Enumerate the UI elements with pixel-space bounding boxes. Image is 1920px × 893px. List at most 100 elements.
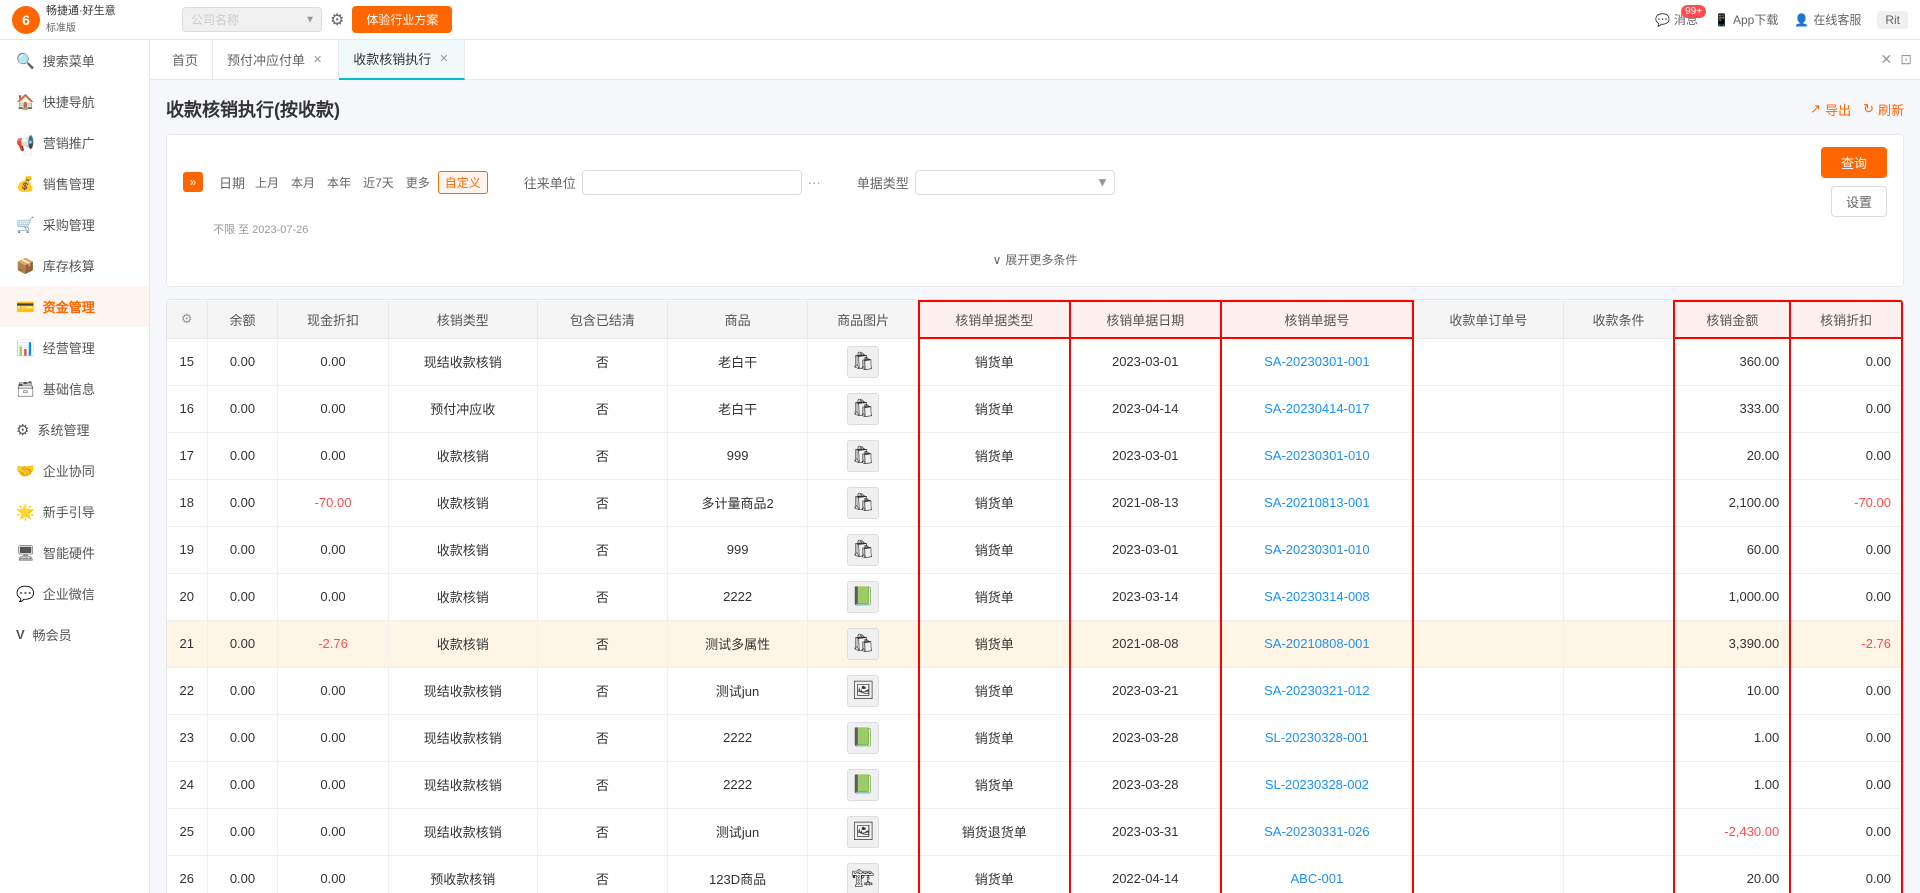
date-btn-last-month[interactable]: 上月	[251, 172, 283, 193]
cell-voucher-no[interactable]: SA-20230301-010	[1221, 432, 1413, 479]
cell-cash-discount: 0.00	[278, 573, 388, 620]
cell-voucher-no[interactable]: SA-20230414-017	[1221, 385, 1413, 432]
notification-btn[interactable]: 💬 消息 99+	[1655, 11, 1698, 28]
sidebar-item-base[interactable]: 🗃 基础信息	[0, 368, 149, 409]
tab-expand-icon[interactable]: ⊡	[1900, 51, 1912, 68]
cell-include-settled: 否	[537, 620, 667, 667]
user-name[interactable]: Rit	[1877, 11, 1908, 29]
trial-btn[interactable]: 体验行业方案	[352, 6, 452, 33]
cell-write-off-type: 收款核销	[388, 479, 537, 526]
cell-row-num: 26	[167, 855, 207, 893]
date-btn-more[interactable]: 更多	[402, 172, 434, 193]
cell-write-off-discount: 0.00	[1790, 338, 1902, 385]
app-download-btn[interactable]: 📱 App下载	[1714, 11, 1778, 28]
tab-close-all-icon[interactable]: ✕	[1881, 51, 1893, 68]
tab-prepay[interactable]: 预付冲应付单 ✕	[213, 40, 339, 80]
partner-input[interactable]	[582, 170, 802, 195]
cell-voucher-type: 销货单	[919, 620, 1070, 667]
table-container: ⚙ 余额 现金折扣 核销类型 包含已结清 商品 商品图片 核销单据类型 核销单据…	[166, 299, 1904, 893]
table-row: 25 0.00 0.00 现结收款核销 否 测试jun 🖼 销货退货单 2023…	[167, 808, 1902, 855]
sidebar-item-purchase[interactable]: 🛒 采购管理	[0, 204, 149, 245]
sidebar-item-enterprise[interactable]: 🤝 企业协同	[0, 450, 149, 491]
cell-receipt-cond	[1563, 667, 1674, 714]
cell-voucher-no[interactable]: SL-20230328-001	[1221, 714, 1413, 761]
cell-receipt-order-no	[1413, 385, 1563, 432]
page-content: 收款核销执行(按收款) ↗ 导出 ↻ 刷新 » 日期	[150, 80, 1920, 893]
sidebar-item-operations[interactable]: 📊 经营管理	[0, 327, 149, 368]
guide-icon: 🌟	[16, 503, 35, 521]
export-btn[interactable]: ↗ 导出	[1810, 100, 1851, 119]
cell-voucher-no[interactable]: SA-20230331-026	[1221, 808, 1413, 855]
tab-home[interactable]: 首页	[158, 40, 213, 80]
partner-filter-group: 往来单位 ···	[524, 170, 821, 195]
date-btn-this-year[interactable]: 本年	[323, 172, 355, 193]
date-btn-custom[interactable]: 自定义	[438, 171, 488, 194]
tab-collection[interactable]: 收款核销执行 ✕	[339, 40, 465, 80]
page-title: 收款核销执行(按收款)	[166, 96, 340, 122]
sidebar-item-search[interactable]: 🔍 搜索菜单	[0, 40, 149, 81]
data-table: ⚙ 余额 现金折扣 核销类型 包含已结清 商品 商品图片 核销单据类型 核销单据…	[167, 300, 1903, 893]
partner-more-icon[interactable]: ···	[808, 175, 821, 190]
sidebar-item-sales[interactable]: 💰 销售管理	[0, 163, 149, 204]
cell-write-off-discount: 0.00	[1790, 714, 1902, 761]
cell-row-num: 23	[167, 714, 207, 761]
sidebar-item-member[interactable]: V 畅会员	[0, 614, 149, 655]
cell-row-num: 18	[167, 479, 207, 526]
cell-goods: 老白干	[667, 385, 808, 432]
date-btn-this-month[interactable]: 本月	[287, 172, 319, 193]
th-goods: 商品	[667, 301, 808, 338]
tab-collection-close[interactable]: ✕	[437, 50, 450, 67]
voucher-type-select[interactable]	[915, 170, 1115, 195]
cell-voucher-no[interactable]: SA-20230301-001	[1221, 338, 1413, 385]
sidebar-item-marketing[interactable]: 📢 营销推广	[0, 122, 149, 163]
cell-voucher-no[interactable]: SA-20210808-001	[1221, 620, 1413, 667]
cell-include-settled: 否	[537, 385, 667, 432]
cell-voucher-no[interactable]: ABC-001	[1221, 855, 1413, 893]
sidebar-item-system[interactable]: ⚙ 系统管理	[0, 409, 149, 450]
cell-write-off-amount: 2,100.00	[1674, 479, 1790, 526]
cell-voucher-no[interactable]: SA-20230301-010	[1221, 526, 1413, 573]
cell-include-settled: 否	[537, 667, 667, 714]
cell-receipt-cond	[1563, 432, 1674, 479]
sidebar-item-finance[interactable]: 💳 资金管理	[0, 286, 149, 327]
sidebar-label-base: 基础信息	[43, 379, 95, 398]
company-selector[interactable]: 公司名称 ▼	[182, 7, 322, 32]
cell-receipt-cond	[1563, 573, 1674, 620]
cell-voucher-no[interactable]: SA-20230314-008	[1221, 573, 1413, 620]
sidebar-item-shortcut[interactable]: 🏠 快捷导航	[0, 81, 149, 122]
table-row: 19 0.00 0.00 收款核销 否 999 🛍 销货单 2023-03-01…	[167, 526, 1902, 573]
sidebar-item-wechat[interactable]: 💬 企业微信	[0, 573, 149, 614]
cell-goods: 测试jun	[667, 808, 808, 855]
cell-voucher-no[interactable]: SA-20210813-001	[1221, 479, 1413, 526]
sidebar-item-inventory[interactable]: 📦 库存核算	[0, 245, 149, 286]
cell-voucher-no[interactable]: SA-20230321-012	[1221, 667, 1413, 714]
filter-row-1: » 日期 上月 本月 本年 近7天 更多 自定义 往来单位	[183, 147, 1887, 217]
sidebar-label-purchase: 采购管理	[43, 215, 95, 234]
expand-arrow-btn[interactable]: »	[183, 172, 203, 192]
sidebar-item-guide[interactable]: 🌟 新手引导	[0, 491, 149, 532]
cell-write-off-amount: 360.00	[1674, 338, 1790, 385]
cell-voucher-no[interactable]: SL-20230328-002	[1221, 761, 1413, 808]
tab-prepay-close[interactable]: ✕	[311, 51, 324, 68]
sidebar-item-hardware[interactable]: 🖥 智能硬件	[0, 532, 149, 573]
th-write-off-type: 核销类型	[388, 301, 537, 338]
cell-goods: 2222	[667, 573, 808, 620]
cell-include-settled: 否	[537, 855, 667, 893]
expand-more-btn[interactable]: ∨ 展开更多条件	[993, 251, 1078, 268]
cell-goods-img: 🖼	[808, 667, 919, 714]
date-btn-7days[interactable]: 近7天	[359, 172, 398, 193]
filter-settings-btn[interactable]: 设置	[1831, 186, 1887, 217]
refresh-btn[interactable]: ↻ 刷新	[1863, 100, 1904, 119]
cell-include-settled: 否	[537, 714, 667, 761]
th-settings[interactable]: ⚙	[167, 301, 207, 338]
settings-icon[interactable]: ⚙	[330, 10, 344, 30]
sidebar-label-member: 畅会员	[33, 625, 72, 644]
cell-balance: 0.00	[207, 432, 278, 479]
online-service-btn[interactable]: 👤 在线客服	[1794, 11, 1861, 28]
home-icon: 🏠	[16, 93, 35, 111]
th-write-off-discount: 核销折扣	[1790, 301, 1902, 338]
page-title-row: 收款核销执行(按收款) ↗ 导出 ↻ 刷新	[166, 96, 1904, 122]
th-cash-discount: 现金折扣	[278, 301, 388, 338]
search-btn[interactable]: 查询	[1821, 147, 1887, 178]
cell-voucher-type: 销货单	[919, 385, 1070, 432]
